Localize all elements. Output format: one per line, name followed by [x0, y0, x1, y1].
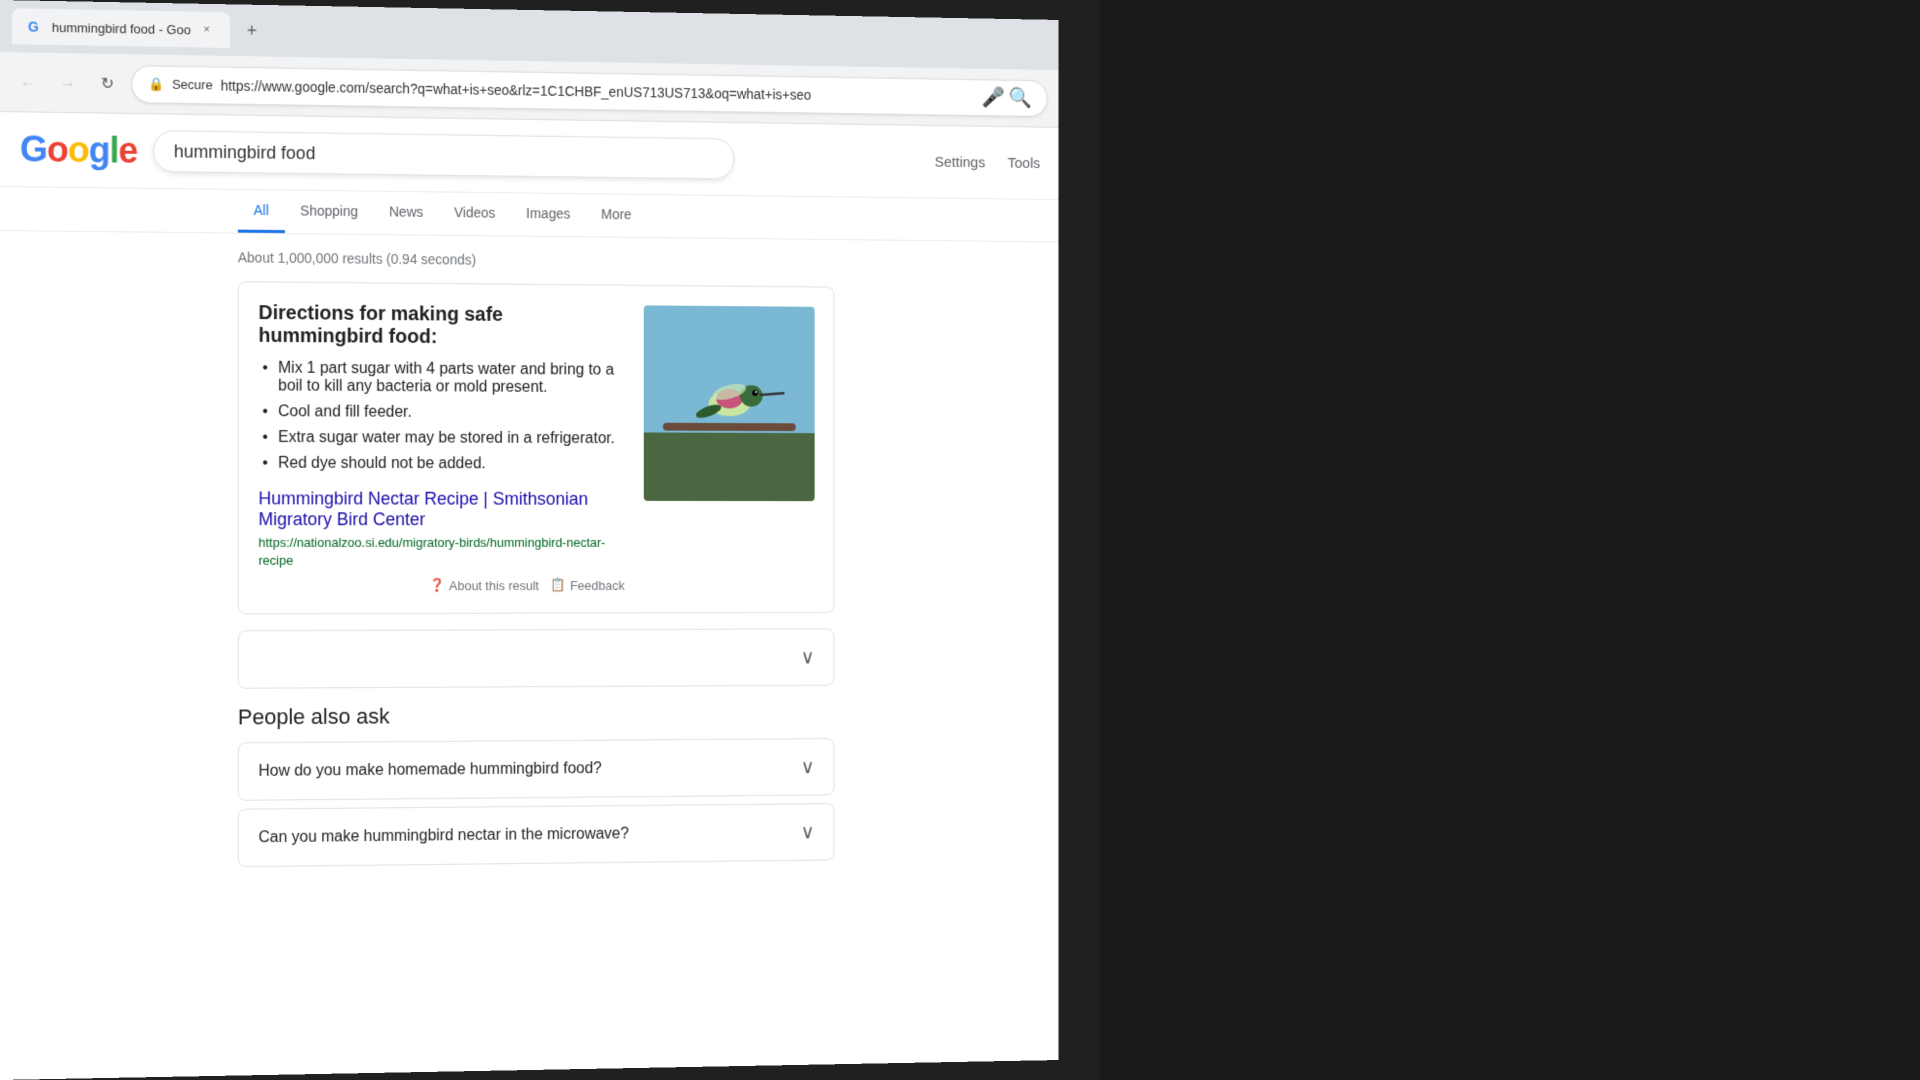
- snippet-bullet-2: Cool and fill feeder.: [258, 403, 624, 422]
- snippet-bullet-4: Red dye should not be added.: [258, 455, 624, 474]
- logo-letter-g: G: [20, 128, 47, 169]
- snippet-title: Directions for making safe hummingbird f…: [258, 302, 624, 350]
- back-button[interactable]: ←: [12, 66, 44, 98]
- feedback-label: Feedback: [570, 578, 625, 593]
- search-query-text: hummingbird food: [174, 141, 714, 169]
- settings-link[interactable]: Settings: [935, 154, 986, 171]
- chevron-down-icon-1: ∨: [801, 645, 815, 669]
- address-text: https://www.google.com/search?q=what+is+…: [221, 77, 975, 105]
- snippet-list: Mix 1 part sugar with 4 parts water and …: [258, 360, 624, 474]
- tab-news-label: News: [389, 204, 423, 220]
- about-result-button[interactable]: ❓ About this result: [430, 577, 540, 593]
- nav-icons: 🎤 🔍: [982, 85, 1032, 110]
- dark-background: [1100, 0, 1920, 1080]
- forward-icon: →: [60, 73, 76, 91]
- results-area: About 1,000,000 results (0.94 seconds) D…: [0, 231, 1059, 894]
- people-also-ask-section: People also ask How do you make homemade…: [238, 701, 835, 867]
- tab-videos-label: Videos: [454, 204, 495, 220]
- expandable-result-1[interactable]: ∨: [238, 628, 835, 688]
- tab-more-label: More: [601, 206, 632, 222]
- question-text-1: How do you make homemade hummingbird foo…: [258, 760, 601, 781]
- logo-letter-o2: o: [68, 129, 89, 170]
- question-row-2[interactable]: Can you make hummingbird nectar in the m…: [238, 803, 835, 867]
- new-tab-button[interactable]: +: [238, 16, 265, 44]
- refresh-button[interactable]: ↻: [92, 67, 124, 99]
- tools-link[interactable]: Tools: [1008, 155, 1041, 172]
- tab-videos[interactable]: Videos: [439, 192, 511, 235]
- tab-all[interactable]: All: [238, 190, 285, 233]
- address-bar[interactable]: 🔒 Secure https://www.google.com/search?q…: [131, 65, 1047, 117]
- logo-letter-l: l: [110, 130, 119, 171]
- snippet-source-link[interactable]: Hummingbird Nectar Recipe | Smithsonian …: [258, 488, 624, 530]
- chevron-down-icon-3: ∨: [801, 820, 815, 844]
- snippet-url: https://nationalzoo.si.edu/migratory-bir…: [258, 535, 605, 568]
- chevron-down-icon-2: ∨: [801, 755, 815, 779]
- secure-icon: 🔒: [148, 76, 164, 92]
- tab-news[interactable]: News: [374, 192, 439, 235]
- featured-snippet: Directions for making safe hummingbird f…: [238, 281, 835, 614]
- tab-shopping-label: Shopping: [300, 203, 358, 219]
- tab-all-label: All: [254, 202, 269, 218]
- page-content: Google hummingbird food Settings Tools A…: [0, 112, 1059, 1080]
- about-result-label: About this result: [449, 578, 539, 593]
- browser-window: G hummingbird food - Goo × + ← → ↻ 🔒 Sec…: [0, 0, 1059, 1080]
- tab-title: hummingbird food - Goo: [52, 19, 191, 36]
- google-logo[interactable]: Google: [20, 128, 137, 171]
- back-icon: ←: [20, 73, 36, 91]
- tab-favicon: G: [28, 19, 44, 35]
- tab-images-label: Images: [526, 205, 570, 221]
- tab-more[interactable]: More: [586, 194, 647, 237]
- people-also-ask-heading: People also ask: [238, 701, 835, 730]
- feedback-button[interactable]: 📋 Feedback: [551, 577, 625, 593]
- secure-label: Secure: [172, 77, 213, 93]
- search-icon[interactable]: 🔍: [1009, 86, 1032, 110]
- logo-letter-g2: g: [89, 129, 110, 170]
- google-header: Google hummingbird food Settings Tools: [0, 112, 1059, 200]
- active-tab[interactable]: G hummingbird food - Goo ×: [12, 8, 230, 48]
- snippet-footer: ❓ About this result 📋 Feedback: [258, 577, 624, 593]
- logo-letter-o1: o: [47, 129, 68, 170]
- results-count: About 1,000,000 results (0.94 seconds): [238, 249, 835, 271]
- svg-text:G: G: [28, 19, 39, 35]
- search-box[interactable]: hummingbird food: [153, 130, 734, 179]
- microphone-icon[interactable]: 🎤: [982, 85, 1005, 110]
- question-row-1[interactable]: How do you make homemade hummingbird foo…: [238, 738, 835, 801]
- refresh-icon: ↻: [101, 73, 114, 93]
- tab-close-button[interactable]: ×: [199, 22, 215, 38]
- tab-shopping[interactable]: Shopping: [285, 191, 374, 235]
- hummingbird-svg: [644, 305, 815, 501]
- question-circle-icon: ❓: [430, 577, 446, 593]
- snippet-content: Directions for making safe hummingbird f…: [258, 302, 624, 593]
- feedback-icon: 📋: [551, 577, 567, 593]
- search-box-container: hummingbird food: [153, 130, 734, 179]
- header-right: Settings Tools: [935, 154, 1040, 172]
- forward-button[interactable]: →: [52, 66, 84, 98]
- question-text-2: Can you make hummingbird nectar in the m…: [258, 825, 628, 847]
- snippet-bullet-3: Extra sugar water may be stored in a ref…: [258, 429, 624, 448]
- snippet-bullet-1: Mix 1 part sugar with 4 parts water and …: [258, 360, 624, 398]
- hummingbird-image: [644, 305, 815, 501]
- logo-letter-e: e: [118, 130, 137, 171]
- tab-images[interactable]: Images: [511, 193, 586, 236]
